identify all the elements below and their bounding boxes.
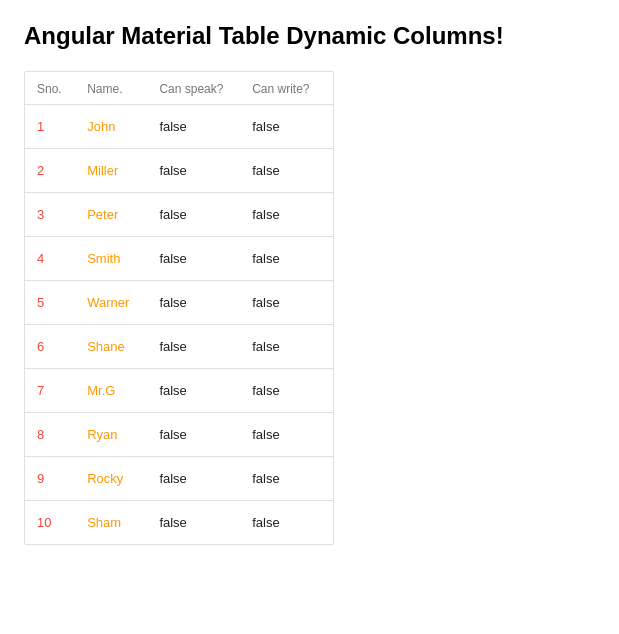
cell-sno: 10 — [25, 501, 75, 545]
cell-can-speak: false — [147, 193, 240, 237]
cell-name: Smith — [75, 237, 147, 281]
cell-name: Sham — [75, 501, 147, 545]
table-row: 10Shamfalsefalse — [25, 501, 333, 545]
cell-can-write: false — [240, 325, 333, 369]
table-row: 9Rockyfalsefalse — [25, 457, 333, 501]
header-can-write: Can write? — [240, 72, 333, 105]
cell-can-speak: false — [147, 325, 240, 369]
cell-can-speak: false — [147, 413, 240, 457]
cell-can-speak: false — [147, 501, 240, 545]
cell-sno: 5 — [25, 281, 75, 325]
cell-can-write: false — [240, 413, 333, 457]
page-title: Angular Material Table Dynamic Columns! — [24, 20, 595, 51]
cell-sno: 7 — [25, 369, 75, 413]
cell-name: Miller — [75, 149, 147, 193]
cell-can-write: false — [240, 457, 333, 501]
cell-can-write: false — [240, 281, 333, 325]
data-table: Sno. Name. Can speak? Can write? 1Johnfa… — [25, 72, 333, 544]
cell-can-speak: false — [147, 149, 240, 193]
cell-sno: 2 — [25, 149, 75, 193]
cell-sno: 4 — [25, 237, 75, 281]
cell-sno: 9 — [25, 457, 75, 501]
cell-sno: 6 — [25, 325, 75, 369]
header-name: Name. — [75, 72, 147, 105]
cell-can-speak: false — [147, 237, 240, 281]
cell-name: Rocky — [75, 457, 147, 501]
cell-name: Peter — [75, 193, 147, 237]
table-row: 7Mr.Gfalsefalse — [25, 369, 333, 413]
cell-sno: 8 — [25, 413, 75, 457]
header-can-speak: Can speak? — [147, 72, 240, 105]
cell-name: Mr.G — [75, 369, 147, 413]
cell-can-speak: false — [147, 281, 240, 325]
table-header-row: Sno. Name. Can speak? Can write? — [25, 72, 333, 105]
cell-can-write: false — [240, 193, 333, 237]
cell-can-speak: false — [147, 457, 240, 501]
table-row: 6Shanefalsefalse — [25, 325, 333, 369]
table-container: Sno. Name. Can speak? Can write? 1Johnfa… — [24, 71, 334, 545]
cell-can-write: false — [240, 369, 333, 413]
cell-can-write: false — [240, 149, 333, 193]
header-sno: Sno. — [25, 72, 75, 105]
table-row: 3Peterfalsefalse — [25, 193, 333, 237]
cell-can-write: false — [240, 105, 333, 149]
cell-can-write: false — [240, 237, 333, 281]
cell-name: John — [75, 105, 147, 149]
cell-can-write: false — [240, 501, 333, 545]
table-row: 8Ryanfalsefalse — [25, 413, 333, 457]
table-row: 4Smithfalsefalse — [25, 237, 333, 281]
cell-name: Warner — [75, 281, 147, 325]
cell-sno: 1 — [25, 105, 75, 149]
cell-can-speak: false — [147, 105, 240, 149]
cell-name: Ryan — [75, 413, 147, 457]
table-row: 2Millerfalsefalse — [25, 149, 333, 193]
table-row: 1Johnfalsefalse — [25, 105, 333, 149]
table-row: 5Warnerfalsefalse — [25, 281, 333, 325]
cell-can-speak: false — [147, 369, 240, 413]
cell-sno: 3 — [25, 193, 75, 237]
cell-name: Shane — [75, 325, 147, 369]
